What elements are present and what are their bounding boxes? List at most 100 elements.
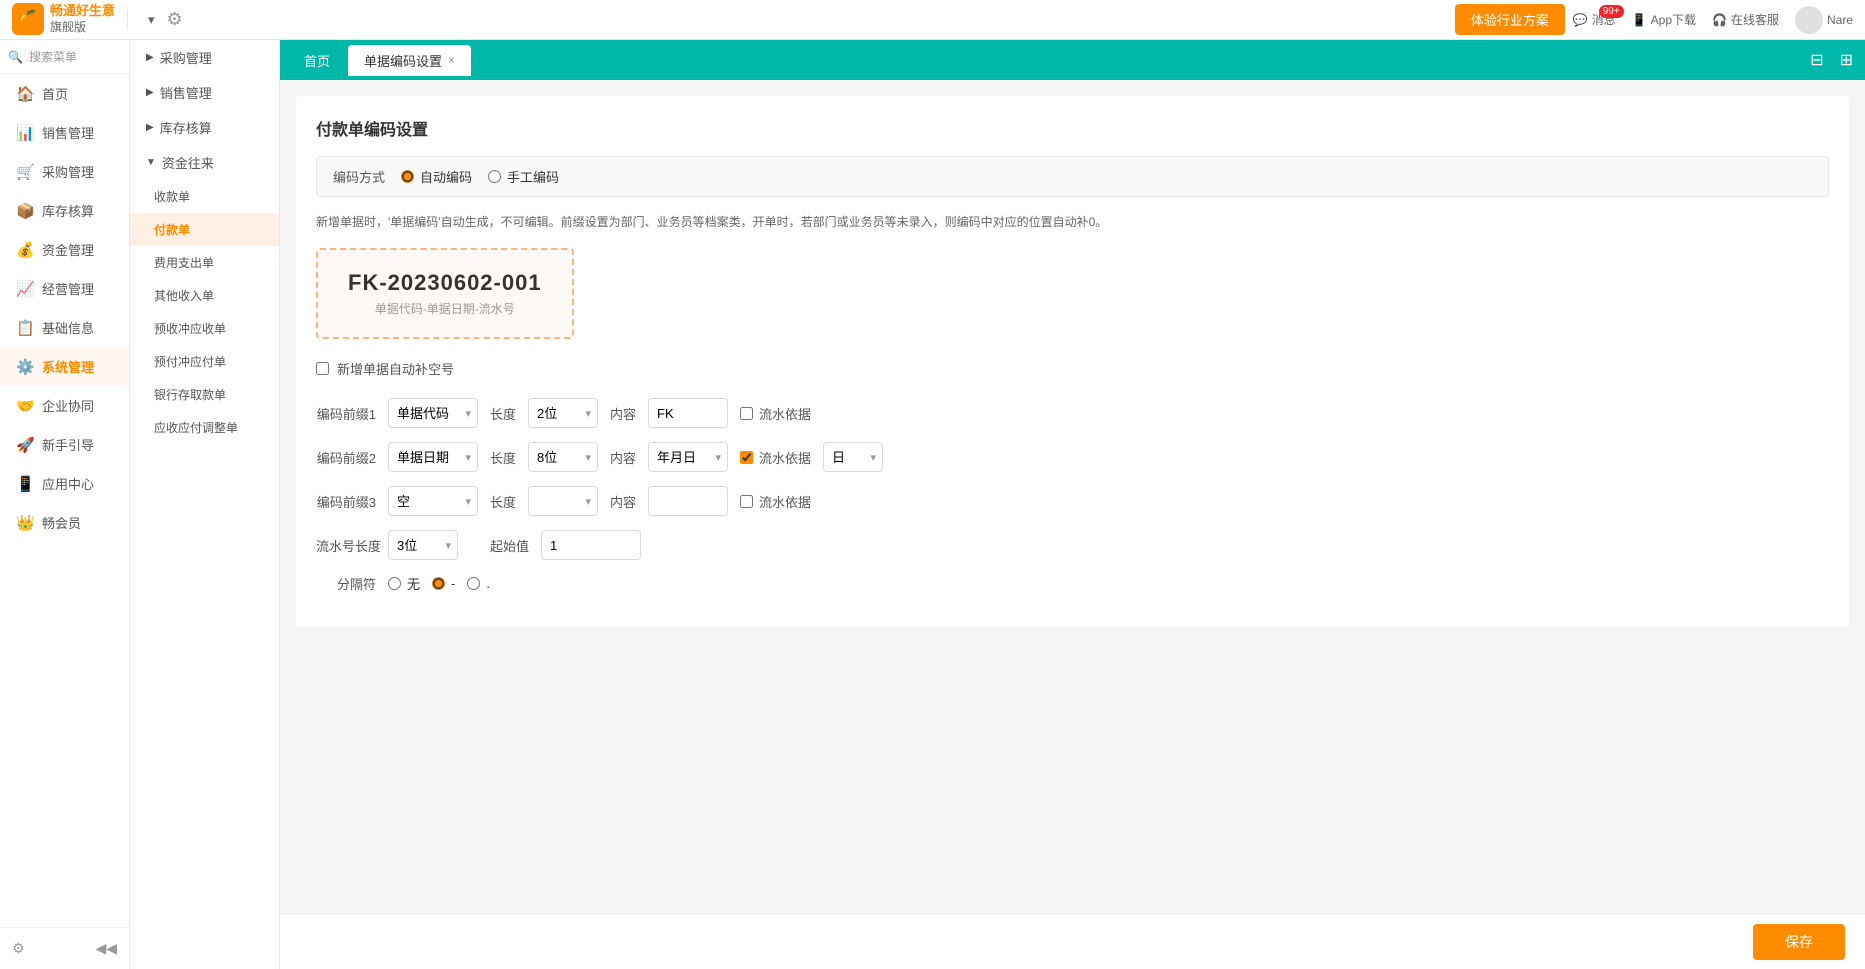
app-logo: 🍊 畅通好生意 旗舰版 xyxy=(12,3,115,35)
submenu-item-other-income[interactable]: 其他收入单 xyxy=(130,279,279,312)
tab-minimize-btn[interactable]: ⊟ xyxy=(1806,46,1827,74)
prefix2-row: 编码前缀2 单据代码 单据日期 部门 业务员 空 长度 4位 xyxy=(316,442,1829,472)
separator-dot2-radio[interactable] xyxy=(467,577,480,590)
submenu-item-expense[interactable]: 费用支出单 xyxy=(130,246,279,279)
separator-none-radio[interactable] xyxy=(388,577,401,590)
prefix2-length-select[interactable]: 4位 6位 8位 xyxy=(537,450,573,465)
sidebar-item-inventory[interactable]: 📦 库存核算 xyxy=(0,191,129,230)
separator-dot1-option[interactable]: - xyxy=(432,576,455,591)
prefix2-length-select-wrapper[interactable]: 4位 6位 8位 xyxy=(528,442,598,472)
prefix1-length-select[interactable]: 2位 4位 6位 8位 xyxy=(537,406,573,421)
prefix1-select-wrapper[interactable]: 单据代码 单据日期 部门 业务员 空 xyxy=(388,398,478,428)
user-profile[interactable]: Nare xyxy=(1795,6,1853,34)
submenu-item-payment[interactable]: 付款单 xyxy=(130,213,279,246)
submenu-inventory-toggle[interactable]: ▶ 库存核算 xyxy=(130,110,279,145)
serial-length-select[interactable]: 3位 4位 5位 6位 xyxy=(397,538,433,553)
sidebar-footer: ⚙ ◀◀ xyxy=(0,927,129,969)
appcenter-icon: 📱 xyxy=(16,475,34,493)
sidebar-item-basic[interactable]: 📋 基础信息 xyxy=(0,308,129,347)
submenu-item-bank-deposit[interactable]: 银行存取款单 xyxy=(130,378,279,411)
prefix1-select[interactable]: 单据代码 单据日期 部门 业务员 空 xyxy=(397,406,453,421)
prefix3-length-select-wrapper[interactable]: 2位 4位 6位 8位 xyxy=(528,486,598,516)
prefix1-serial-checkbox[interactable] xyxy=(740,407,753,420)
prefix2-content-select[interactable]: 年月日 年月 年 xyxy=(657,450,703,465)
topbar: 🍊 畅通好生意 旗舰版 ▾ ⚙ 体验行业方案 💬 消息 99+ 📱 App下载 … xyxy=(0,0,1865,40)
prefix2-serial-checkbox[interactable] xyxy=(740,451,753,464)
separator-label: 分隔符 xyxy=(316,574,376,593)
user-name: Nare xyxy=(1827,13,1853,27)
sidebar-item-enterprise[interactable]: 🤝 企业协同 xyxy=(0,386,129,425)
app-download-button[interactable]: 📱 App下载 xyxy=(1632,11,1696,28)
prefix3-content-input[interactable] xyxy=(648,486,728,516)
prefix1-length-select-wrapper[interactable]: 2位 4位 6位 8位 xyxy=(528,398,598,428)
system-icon: ⚙️ xyxy=(16,358,34,376)
sidebar-item-home[interactable]: 🏠 首页 xyxy=(0,74,129,113)
prefix3-serial-checkbox[interactable] xyxy=(740,495,753,508)
purchase-arrow: ▶ xyxy=(146,52,154,63)
sidebar-search[interactable]: 🔍 搜索菜单 xyxy=(0,40,129,74)
prefix2-select[interactable]: 单据代码 单据日期 部门 业务员 空 xyxy=(397,450,453,465)
manual-encode-radio[interactable] xyxy=(488,170,501,183)
submenu-item-prepay-payment[interactable]: 预付冲应付单 xyxy=(130,345,279,378)
prefix2-select-wrapper[interactable]: 单据代码 单据日期 部门 业务员 空 xyxy=(388,442,478,472)
auto-fill-checkbox[interactable] xyxy=(316,362,329,375)
sidebar-item-system[interactable]: ⚙️ 系统管理 xyxy=(0,347,129,386)
message-button[interactable]: 💬 消息 99+ xyxy=(1573,11,1616,28)
tab-maximize-btn[interactable]: ⊞ xyxy=(1836,46,1857,74)
headset-icon: 🎧 xyxy=(1712,13,1727,27)
separator-dot1-radio[interactable] xyxy=(432,577,445,590)
serial-length-label: 流水号长度 xyxy=(316,536,376,555)
auto-encode-radio[interactable] xyxy=(401,170,414,183)
prefix1-content-label: 内容 xyxy=(610,404,636,423)
settings-footer-icon[interactable]: ⚙ xyxy=(12,940,25,957)
sidebar-item-operation[interactable]: 📈 经营管理 xyxy=(0,269,129,308)
auto-encode-option[interactable]: 自动编码 xyxy=(401,167,472,186)
submenu-sales-toggle[interactable]: ▶ 销售管理 xyxy=(130,75,279,110)
prefix3-length-select[interactable]: 2位 4位 6位 8位 xyxy=(537,494,573,509)
separator-none-option[interactable]: 无 xyxy=(388,574,420,593)
topbar-dropdown[interactable]: ▾ xyxy=(140,8,163,32)
prefix2-unit-select-wrapper[interactable]: 日 月 年 xyxy=(823,442,883,472)
serial-length-select-wrapper[interactable]: 3位 4位 5位 6位 xyxy=(388,530,458,560)
sidebar-item-sales[interactable]: 📊 销售管理 xyxy=(0,113,129,152)
online-service-button[interactable]: 🎧 在线客服 xyxy=(1712,11,1779,28)
prefix1-content-input[interactable] xyxy=(648,398,728,428)
submenu-item-receipt[interactable]: 收款单 xyxy=(130,180,279,213)
prefix3-select-wrapper[interactable]: 单据代码 单据日期 部门 业务员 空 xyxy=(388,486,478,516)
page-content: 付款单编码设置 编码方式 自动编码 手工编码 xyxy=(280,80,1865,913)
submenu-purchase-toggle[interactable]: ▶ 采购管理 xyxy=(130,40,279,75)
start-value-input[interactable] xyxy=(541,530,641,560)
tab-close-btn[interactable]: × xyxy=(448,53,455,67)
prefix3-select[interactable]: 单据代码 单据日期 部门 业务员 空 xyxy=(397,494,453,509)
submenu-capital-section: ▼ 资金往来 收款单 付款单 费用支出单 其他收入单 预收冲应收单 预付冲应付单… xyxy=(130,145,279,444)
sales-arrow: ▶ xyxy=(146,87,154,98)
tab-encoding-settings[interactable]: 单据编码设置 × xyxy=(348,45,471,76)
download-icon: 📱 xyxy=(1632,13,1647,27)
sidebar-item-appcenter[interactable]: 📱 应用中心 xyxy=(0,464,129,503)
submenu-item-prepay-receipt[interactable]: 预收冲应收单 xyxy=(130,312,279,345)
collapse-sidebar-btn[interactable]: ◀◀ xyxy=(95,940,117,957)
prefix2-content-select-wrapper[interactable]: 年月日 年月 年 xyxy=(648,442,728,472)
separator-dot2-option[interactable]: . xyxy=(467,576,490,591)
submenu-capital-toggle[interactable]: ▼ 资金往来 xyxy=(130,145,279,180)
sidebar-item-purchase[interactable]: 🛒 采购管理 xyxy=(0,152,129,191)
prefix3-row: 编码前缀3 单据代码 单据日期 部门 业务员 空 长度 xyxy=(316,486,1829,516)
tab-home[interactable]: 首页 xyxy=(288,45,346,76)
message-icon: 💬 xyxy=(1573,13,1588,27)
sidebar-item-finance[interactable]: 💰 资金管理 xyxy=(0,230,129,269)
purchase-icon: 🛒 xyxy=(16,163,34,181)
operation-icon: 📈 xyxy=(16,280,34,298)
finance-icon: 💰 xyxy=(16,241,34,259)
prefix3-serial-group: 流水依据 xyxy=(740,492,811,511)
separator-options: 无 - . xyxy=(388,574,490,593)
prefix2-unit-select[interactable]: 日 月 年 xyxy=(832,450,858,465)
submenu-item-ap-adjustment[interactable]: 应收应付调整单 xyxy=(130,411,279,444)
sidebar-item-member[interactable]: 👑 畅会员 xyxy=(0,503,129,542)
manual-encode-option[interactable]: 手工编码 xyxy=(488,167,559,186)
settings-icon[interactable]: ⚙ xyxy=(167,9,183,30)
experience-button[interactable]: 体验行业方案 xyxy=(1455,4,1565,35)
save-button[interactable]: 保存 xyxy=(1753,924,1845,960)
prefix1-label: 编码前缀1 xyxy=(316,404,376,423)
newguide-icon: 🚀 xyxy=(16,436,34,454)
sidebar-item-newguide[interactable]: 🚀 新手引导 xyxy=(0,425,129,464)
